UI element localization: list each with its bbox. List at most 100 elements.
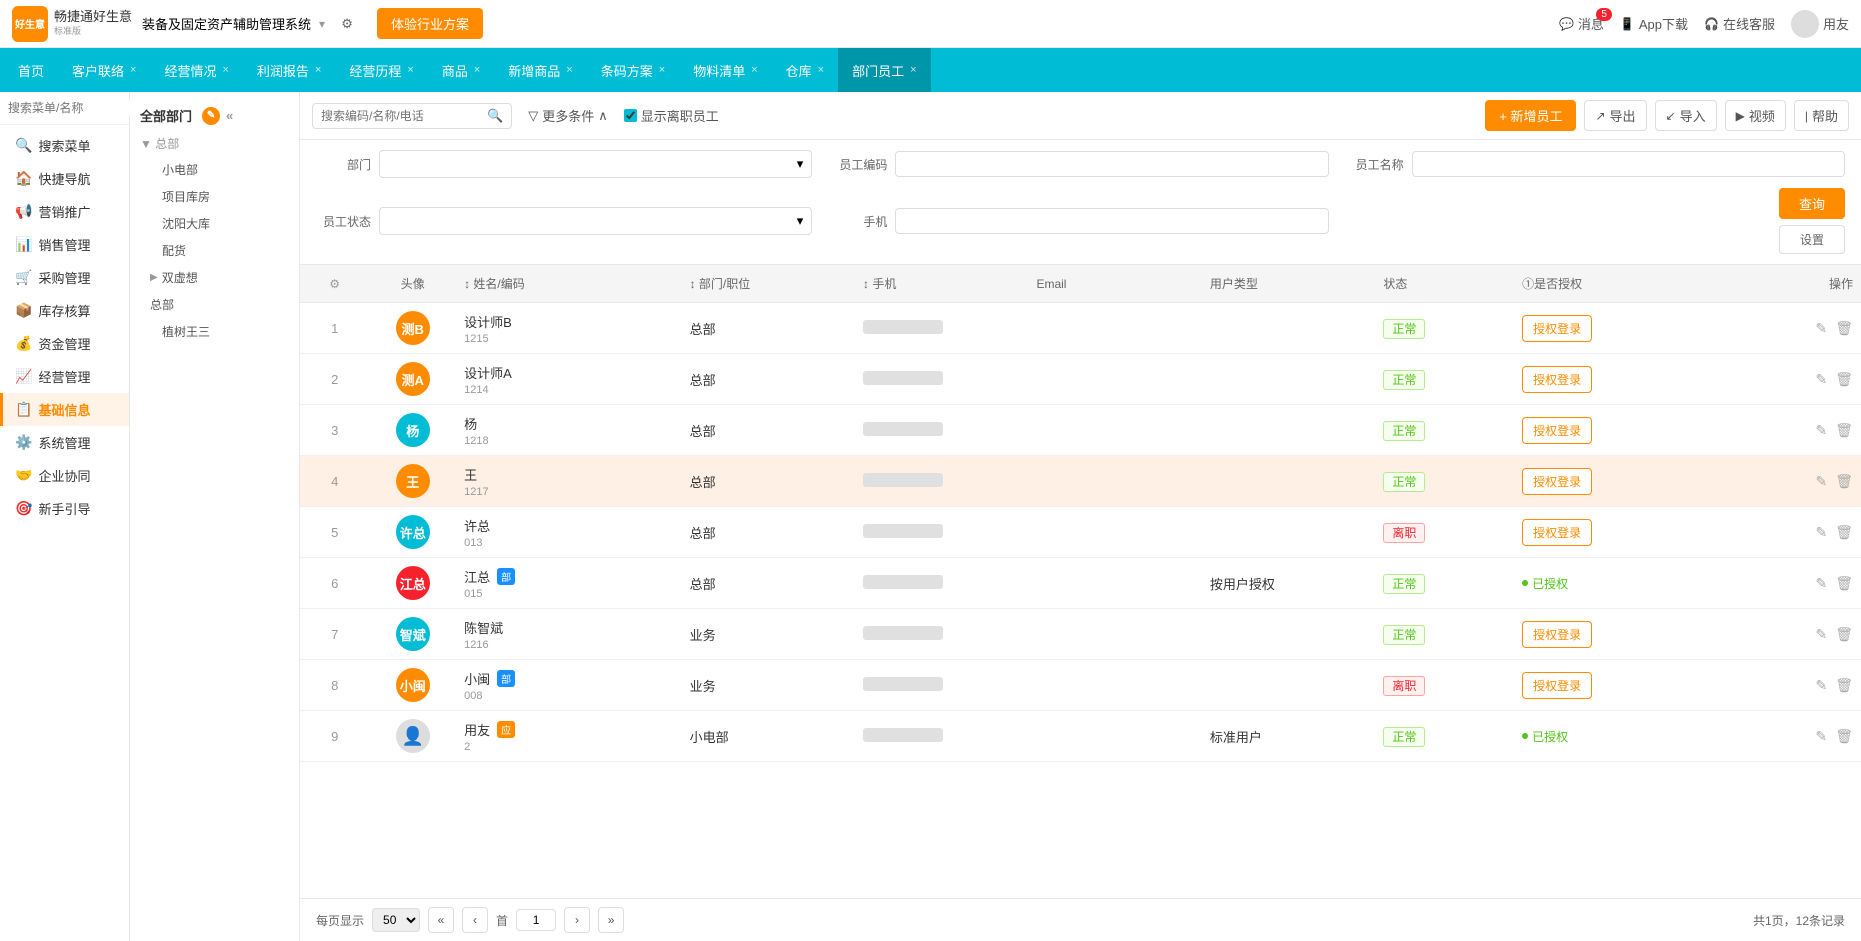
delete-icon[interactable]: 🗑 [1835,626,1853,643]
delete-icon[interactable]: 🗑 [1835,728,1853,745]
user-menu[interactable]: 用友 [1791,10,1849,38]
edit-icon[interactable]: ✎ [1815,320,1827,337]
nav-item-新增商品[interactable]: 新增商品× [494,48,586,92]
sidebar-item-销售管理[interactable]: 📊 销售管理 [0,228,129,261]
dept-item-zongbu[interactable]: 总部 [130,291,299,318]
nav-close-icon[interactable]: × [566,64,572,76]
message-button[interactable]: 💬 消息 5 [1559,14,1604,33]
delete-icon[interactable]: 🗑 [1835,422,1853,439]
nav-close-icon[interactable]: × [659,64,665,76]
empstatus-filter-select[interactable]: ▾ [379,207,812,235]
dept-collapse-icon[interactable]: « [226,108,233,123]
show-resign-checkbox[interactable] [624,109,637,122]
edit-icon[interactable]: ✎ [1815,524,1827,541]
dept-item-xiangmu[interactable]: 项目库房 [130,183,299,210]
trial-button[interactable]: 体验行业方案 [377,8,483,39]
nav-close-icon[interactable]: × [315,64,321,76]
dept-item-shenyang[interactable]: 沈阳大库 [130,210,299,237]
nav-close-icon[interactable]: × [407,64,413,76]
search-input[interactable] [321,109,481,123]
nav-close-icon[interactable]: × [130,64,136,76]
col-header-name[interactable]: ↕ 姓名/编码 [456,265,681,303]
nav-item-首页[interactable]: 首页 [4,48,58,92]
prev-page-button[interactable]: ‹ [462,907,488,933]
auth-button[interactable]: 授权登录 [1522,672,1592,699]
nav-item-条码方案[interactable]: 条码方案× [587,48,679,92]
nav-close-icon[interactable]: × [222,64,228,76]
add-employee-button[interactable]: + 新增员工 [1485,100,1576,131]
col-header-dept[interactable]: ↕ 部门/职位 [682,265,855,303]
export-button[interactable]: ↗ 导出 [1584,100,1646,131]
help-button[interactable]: | 帮助 [1794,100,1849,131]
empcode-filter-input[interactable] [895,151,1328,177]
delete-icon[interactable]: 🗑 [1835,371,1853,388]
col-header-phone[interactable]: ↕ 手机 [855,265,1028,303]
nav-item-客户联络[interactable]: 客户联络× [58,48,150,92]
nav-item-经营历程[interactable]: 经营历程× [335,48,427,92]
edit-icon[interactable]: ✎ [1815,677,1827,694]
more-filter-button[interactable]: ▽ 更多条件 ∧ [520,102,616,129]
edit-icon[interactable]: ✎ [1815,575,1827,592]
delete-icon[interactable]: 🗑 [1835,575,1853,592]
nav-close-icon[interactable]: × [910,64,916,76]
dept-item-xiaodianbu[interactable]: 小电部 [130,156,299,183]
nav-close-icon[interactable]: × [751,64,757,76]
sidebar-item-营销推广[interactable]: 📢 营销推广 [0,195,129,228]
phone-filter-input[interactable] [895,208,1328,234]
sidebar-item-基础信息[interactable]: 📋 基础信息 [0,393,129,426]
first-page-button[interactable]: « [428,907,454,933]
nav-item-仓库[interactable]: 仓库× [772,48,838,92]
per-page-select[interactable]: 50 [372,908,420,932]
edit-icon[interactable]: ✎ [1815,728,1827,745]
sidebar-item-库存核算[interactable]: 📦 库存核算 [0,294,129,327]
nav-close-icon[interactable]: × [818,64,824,76]
next-page-button[interactable]: › [564,907,590,933]
view-button[interactable]: ▶ 视频 [1725,100,1786,131]
delete-icon[interactable]: 🗑 [1835,473,1853,490]
last-page-button[interactable]: » [598,907,624,933]
sidebar-item-系统管理[interactable]: ⚙️ 系统管理 [0,426,129,459]
dept-item-peihuo[interactable]: 配货 [130,237,299,264]
import-button[interactable]: ↙ 导入 [1655,100,1717,131]
empname-filter-input[interactable] [1412,151,1845,177]
sidebar-item-新手引导[interactable]: 🎯 新手引导 [0,492,129,525]
sidebar-item-搜索菜单[interactable]: 🔍 搜索菜单 [0,129,129,162]
edit-icon[interactable]: ✎ [1815,626,1827,643]
edit-icon[interactable]: ✎ [1815,422,1827,439]
nav-item-经营情况[interactable]: 经营情况× [150,48,242,92]
page-number-input[interactable] [516,909,556,931]
auth-button[interactable]: 授权登录 [1522,519,1592,546]
show-resign-label[interactable]: 显示离职员工 [624,106,719,125]
title-dropdown-icon[interactable]: ▾ [319,17,325,31]
dept-item-zhishu[interactable]: 植树王三 [130,318,299,345]
sidebar-item-经营管理[interactable]: 📈 经营管理 [0,360,129,393]
search-button[interactable]: 查询 [1779,188,1845,219]
delete-icon[interactable]: 🗑 [1835,320,1853,337]
auth-button[interactable]: 授权登录 [1522,315,1592,342]
sidebar-item-快捷导航[interactable]: 🏠 快捷导航 [0,162,129,195]
col-header-settings[interactable]: ⚙ [300,265,369,303]
nav-item-商品[interactable]: 商品× [428,48,494,92]
nav-item-利润报告[interactable]: 利润报告× [243,48,335,92]
edit-icon[interactable]: ✎ [1815,371,1827,388]
delete-icon[interactable]: 🗑 [1835,677,1853,694]
nav-item-物料清单[interactable]: 物料清单× [679,48,771,92]
app-download-button[interactable]: 📱 App下载 [1620,14,1688,33]
sidebar-item-企业协同[interactable]: 🤝 企业协同 [0,459,129,492]
nav-close-icon[interactable]: × [474,64,480,76]
sidebar-item-资金管理[interactable]: 💰 资金管理 [0,327,129,360]
auth-button[interactable]: 授权登录 [1522,366,1592,393]
nav-item-部门员工[interactable]: 部门员工× [838,48,930,92]
auth-button[interactable]: 授权登录 [1522,621,1592,648]
online-service-button[interactable]: 🎧 在线客服 [1704,14,1775,33]
delete-icon[interactable]: 🗑 [1835,524,1853,541]
sidebar-item-采购管理[interactable]: 🛒 采购管理 [0,261,129,294]
dept-edit-icon[interactable]: ✎ [202,107,220,125]
dept-item-shuangxuxiang[interactable]: ▶ 双虚想 [130,264,299,291]
auth-button[interactable]: 授权登录 [1522,468,1592,495]
dept-filter-select[interactable]: ▾ [379,150,812,178]
edit-icon[interactable]: ✎ [1815,473,1827,490]
gear-button[interactable]: ⚙ [333,10,361,38]
dept-tree-header[interactable]: 全部部门 ✎ « [130,100,299,131]
set-button[interactable]: 设置 [1779,225,1845,254]
